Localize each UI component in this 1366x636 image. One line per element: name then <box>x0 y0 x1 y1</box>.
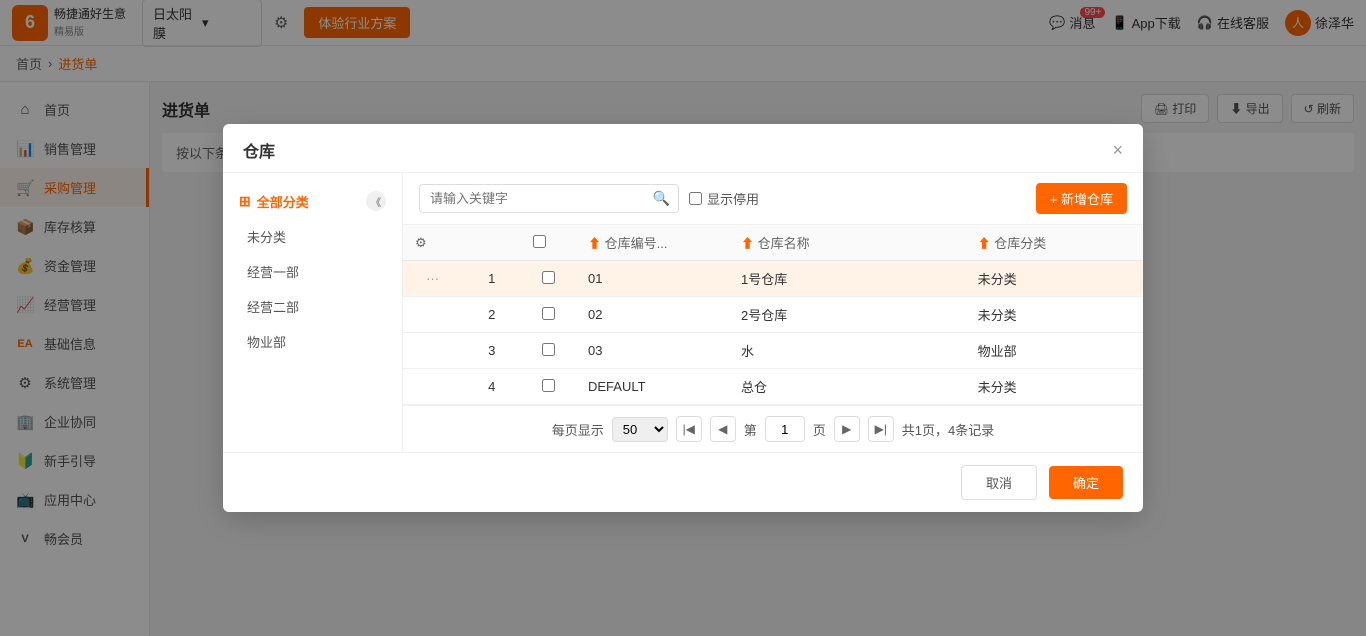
select-all-checkbox[interactable] <box>533 235 546 248</box>
per-page-select[interactable]: 50 100 <box>612 417 668 442</box>
row-more-icon[interactable]: ··· <box>426 271 439 286</box>
prev-page-button[interactable]: ◀ <box>710 416 736 442</box>
page-label: 第 <box>744 420 757 439</box>
add-warehouse-button[interactable]: + 新增仓库 <box>1036 183 1127 214</box>
search-input-wrap: 🔍 <box>419 184 679 213</box>
row-code-2: 02 <box>576 297 729 333</box>
th-code: ⬆ 仓库编号... <box>576 225 729 261</box>
collapse-panel-button[interactable]: 《 <box>366 191 386 211</box>
row-name-2: 2号仓库 <box>729 297 966 333</box>
show-disabled-checkbox[interactable] <box>689 192 702 205</box>
row-check[interactable] <box>521 333 576 369</box>
category-item-unclassified[interactable]: 未分类 <box>223 219 402 254</box>
table-row[interactable]: 3 03 水 物业部 <box>403 333 1143 369</box>
row-num: 3 <box>462 333 521 369</box>
modal-overlay: 仓库 × ⊞ 全部分类 《 未分类 经营一部 经营二部 <box>0 0 1366 636</box>
row-gear <box>403 369 462 405</box>
warehouse-table: ⚙ ⬆ 仓库编号... ⬆ 仓库名称 <box>403 225 1143 405</box>
next-page-button[interactable]: ▶ <box>834 416 860 442</box>
sort-icon-cat: ⬆ <box>978 236 991 251</box>
confirm-button[interactable]: 确定 <box>1049 466 1123 499</box>
th-category: ⬆ 仓库分类 <box>966 225 1143 261</box>
row-name-1: 1号仓库 <box>729 261 966 297</box>
table-header-row: ⚙ ⬆ 仓库编号... ⬆ 仓库名称 <box>403 225 1143 261</box>
row-gear: ··· <box>403 261 462 297</box>
row-code-4: DEFAULT <box>576 369 729 405</box>
total-count: 共1页，4条记录 <box>902 420 994 439</box>
th-check <box>521 225 576 261</box>
show-disabled-label: 显示停用 <box>707 189 759 208</box>
table-row[interactable]: 2 02 2号仓库 未分类 <box>403 297 1143 333</box>
show-disabled-toggle[interactable]: 显示停用 <box>689 189 759 208</box>
table-head: ⚙ ⬆ 仓库编号... ⬆ 仓库名称 <box>403 225 1143 261</box>
row-gear <box>403 297 462 333</box>
row-name-3: 水 <box>729 333 966 369</box>
row-num: 4 <box>462 369 521 405</box>
table-toolbar: 🔍 显示停用 + 新增仓库 <box>403 173 1143 225</box>
row-category-2: 未分类 <box>966 297 1143 333</box>
search-input[interactable] <box>420 186 645 211</box>
gear-icon: ⚙ <box>415 235 427 250</box>
sort-icon: ⬆ <box>588 236 601 251</box>
row-category-3: 物业部 <box>966 333 1143 369</box>
row-num: 1 <box>462 261 521 297</box>
th-name: ⬆ 仓库名称 <box>729 225 966 261</box>
th-gear: ⚙ <box>403 225 462 261</box>
category-item-ops2[interactable]: 经营二部 <box>223 289 402 324</box>
grid-icon: ⊞ <box>239 193 251 210</box>
last-page-button[interactable]: ▶| <box>868 416 894 442</box>
row-check[interactable] <box>521 297 576 333</box>
table-panel: 🔍 显示停用 + 新增仓库 ⚙ <box>403 173 1143 452</box>
page-suffix: 页 <box>813 420 826 439</box>
per-page-label: 每页显示 <box>552 420 604 439</box>
row-code-1: 01 <box>576 261 729 297</box>
sort-icon-name: ⬆ <box>741 236 754 251</box>
modal-close-button[interactable]: × <box>1112 141 1123 159</box>
table-scroll: ⚙ ⬆ 仓库编号... ⬆ 仓库名称 <box>403 225 1143 405</box>
page-number-input[interactable] <box>765 416 805 442</box>
row-checkbox-3[interactable] <box>542 343 555 356</box>
first-page-button[interactable]: |◀ <box>676 416 702 442</box>
pagination-bar: 每页显示 50 100 |◀ ◀ 第 页 ▶ ▶| 共1页，4条记录 <box>403 405 1143 452</box>
row-checkbox-2[interactable] <box>542 307 555 320</box>
category-item-ops1[interactable]: 经营一部 <box>223 254 402 289</box>
search-button[interactable]: 🔍 <box>645 185 678 212</box>
modal-title: 仓库 <box>243 138 275 162</box>
category-panel: ⊞ 全部分类 《 未分类 经营一部 经营二部 物业部 <box>223 173 403 452</box>
row-check[interactable] <box>521 261 576 297</box>
all-categories-item[interactable]: ⊞ 全部分类 《 <box>223 183 402 219</box>
category-item-property[interactable]: 物业部 <box>223 324 402 359</box>
row-check[interactable] <box>521 369 576 405</box>
row-gear <box>403 333 462 369</box>
table-row[interactable]: 4 DEFAULT 总仓 未分类 <box>403 369 1143 405</box>
row-category-1: 未分类 <box>966 261 1143 297</box>
row-num: 2 <box>462 297 521 333</box>
cancel-button[interactable]: 取消 <box>961 465 1037 500</box>
row-code-3: 03 <box>576 333 729 369</box>
all-categories-label: 全部分类 <box>257 192 309 211</box>
row-checkbox-4[interactable] <box>542 379 555 392</box>
table-row[interactable]: ··· 1 01 1号仓库 未分类 <box>403 261 1143 297</box>
row-name-4: 总仓 <box>729 369 966 405</box>
modal-footer: 取消 确定 <box>223 452 1143 512</box>
row-checkbox-1[interactable] <box>542 271 555 284</box>
th-num <box>462 225 521 261</box>
table-body: ··· 1 01 1号仓库 未分类 2 <box>403 261 1143 405</box>
modal-body: ⊞ 全部分类 《 未分类 经营一部 经营二部 物业部 <box>223 173 1143 452</box>
modal-header: 仓库 × <box>223 124 1143 173</box>
warehouse-modal: 仓库 × ⊞ 全部分类 《 未分类 经营一部 经营二部 <box>223 124 1143 512</box>
row-category-4: 未分类 <box>966 369 1143 405</box>
